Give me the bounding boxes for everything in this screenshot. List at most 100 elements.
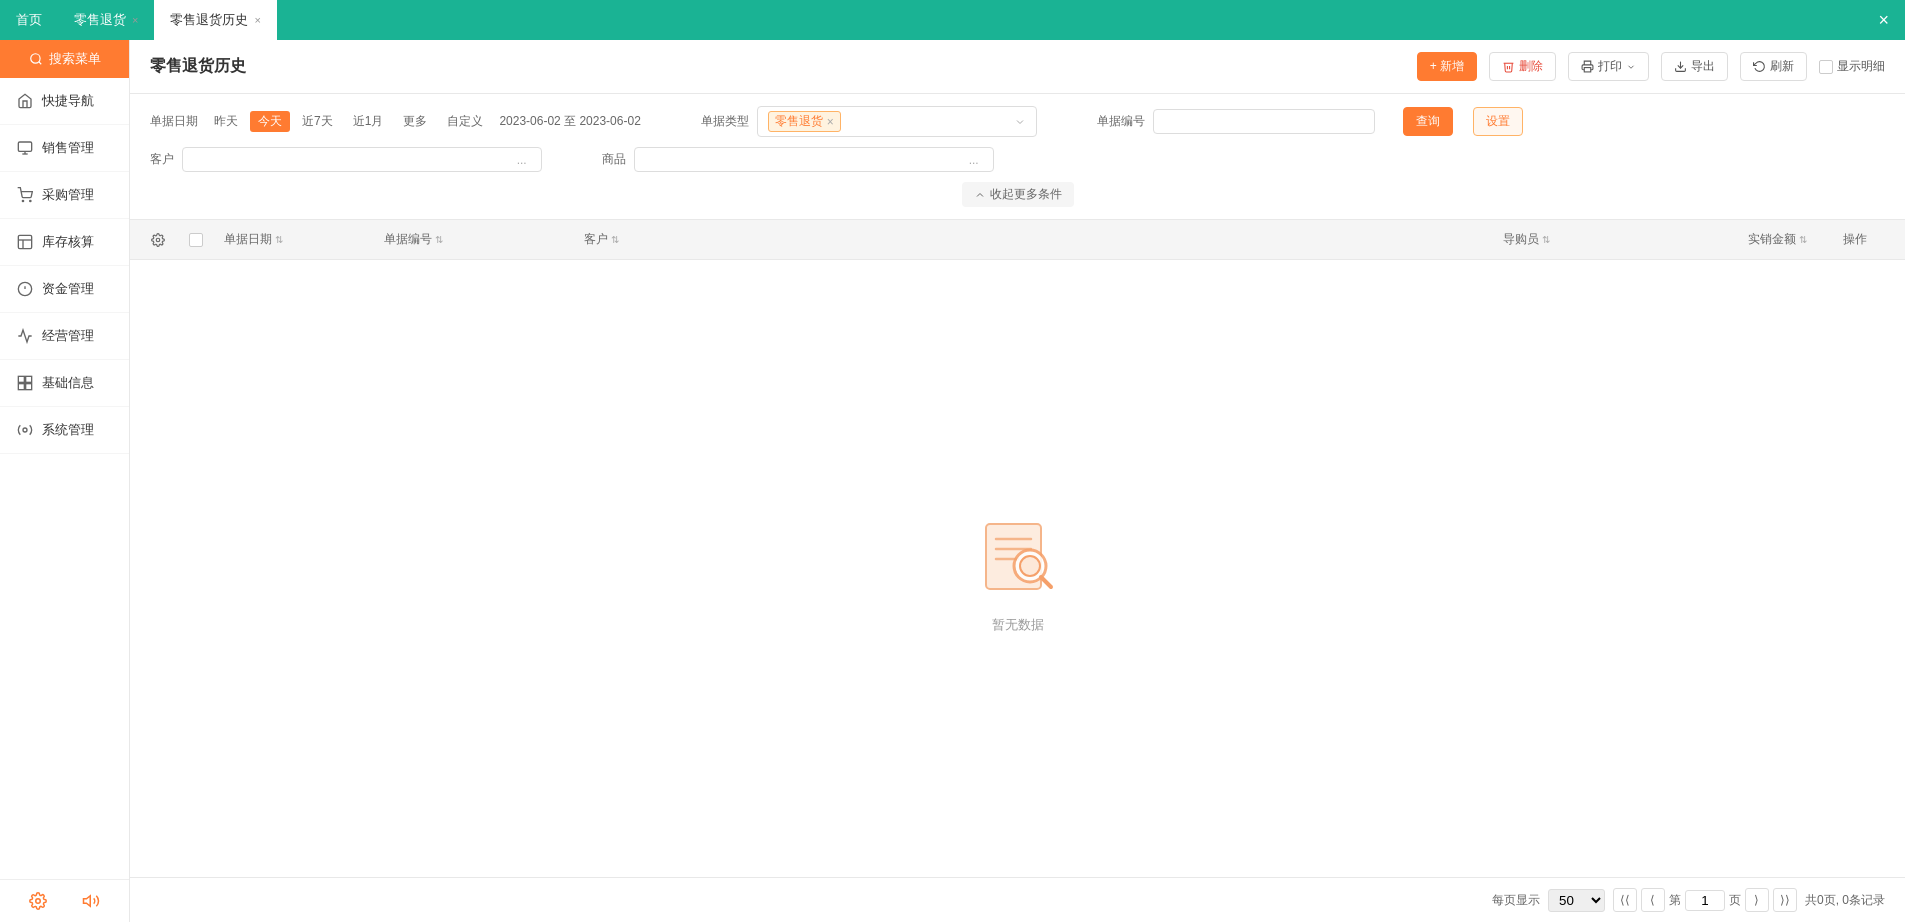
- th-amount[interactable]: 实销金额 ⇅: [1655, 231, 1815, 248]
- th-date[interactable]: 单据日期 ⇅: [216, 231, 376, 248]
- date-btn-more[interactable]: 更多: [395, 111, 435, 132]
- svg-point-18: [36, 899, 41, 904]
- page-header: 零售退货历史 + 新增 删除 打印 导出: [130, 40, 1905, 94]
- sort-customer-icon: ⇅: [611, 234, 619, 245]
- delete-button[interactable]: 删除: [1489, 52, 1556, 81]
- col-settings: [140, 233, 176, 247]
- svg-rect-14: [26, 376, 32, 382]
- window-close-button[interactable]: ×: [1862, 10, 1905, 31]
- bill-type-dropdown-icon: [1014, 116, 1026, 128]
- pagination: 每页显示 50 10 20 100 ⟨⟨ ⟨ 第 页 ⟩ ⟩⟩ 共0页, 0条记…: [130, 877, 1905, 922]
- goods-input[interactable]: [645, 153, 965, 167]
- print-button[interactable]: 打印: [1568, 52, 1649, 81]
- sidebar-search-label: 搜索菜单: [49, 50, 101, 68]
- filter-bill-no: 单据编号: [1097, 109, 1375, 134]
- date-btn-yesterday[interactable]: 昨天: [206, 111, 246, 132]
- tab-retail-return-label: 零售退货: [74, 11, 126, 29]
- svg-rect-15: [18, 384, 24, 390]
- svg-point-29: [1020, 556, 1040, 576]
- filter-area: 单据日期 昨天 今天 近7天 近1月 更多 自定义 2023-06-02 至 2…: [130, 94, 1905, 220]
- speaker-button[interactable]: [82, 892, 100, 910]
- empty-text: 暂无数据: [992, 616, 1044, 634]
- svg-point-22: [156, 238, 160, 242]
- tab-home-label: 首页: [16, 11, 42, 29]
- tab-list: 首页 零售退货 × 零售退货历史 ×: [0, 0, 1862, 40]
- customer-input[interactable]: [193, 153, 513, 167]
- tab-home[interactable]: 首页: [0, 0, 58, 40]
- svg-rect-13: [18, 376, 24, 382]
- operations-icon: [16, 327, 34, 345]
- sidebar-item-sales-label: 销售管理: [42, 139, 94, 157]
- table-settings-icon[interactable]: [151, 233, 165, 247]
- date-btn-custom[interactable]: 自定义: [439, 111, 491, 132]
- collapse-button[interactable]: 收起更多条件: [962, 182, 1074, 207]
- sidebar-item-sales[interactable]: 销售管理: [0, 125, 129, 172]
- table-header: 单据日期 ⇅ 单据编号 ⇅ 客户 ⇅ 导购员 ⇅ 实销金额 ⇅: [130, 220, 1905, 260]
- svg-point-0: [30, 54, 39, 63]
- filter-row-1: 单据日期 昨天 今天 近7天 近1月 更多 自定义 2023-06-02 至 2…: [150, 106, 1885, 137]
- filter-goods: 商品 ...: [602, 147, 994, 172]
- th-customer[interactable]: 客户 ⇅: [576, 231, 1495, 248]
- bill-type-tag-close[interactable]: ×: [827, 115, 834, 129]
- settings-filter-button[interactable]: 设置: [1473, 107, 1523, 136]
- sidebar-item-inventory[interactable]: 库存核算: [0, 219, 129, 266]
- sidebar-item-quick-nav[interactable]: 快捷导航: [0, 78, 129, 125]
- page-prev-button[interactable]: ⟨: [1641, 888, 1665, 912]
- empty-state: 暂无数据: [130, 260, 1905, 877]
- export-button[interactable]: 导出: [1661, 52, 1728, 81]
- bill-type-select[interactable]: 零售退货 ×: [757, 106, 1037, 137]
- bill-no-label: 单据编号: [1097, 113, 1145, 130]
- goods-ellipsis: ...: [969, 153, 979, 167]
- sidebar-item-basic-info-label: 基础信息: [42, 374, 94, 392]
- svg-rect-7: [18, 235, 31, 248]
- svg-point-5: [22, 200, 23, 201]
- sidebar-item-finance[interactable]: 资金管理: [0, 266, 129, 313]
- tab-retail-return-close[interactable]: ×: [132, 14, 138, 26]
- sidebar-item-purchase-label: 采购管理: [42, 186, 94, 204]
- page-first-button[interactable]: ⟨⟨: [1613, 888, 1637, 912]
- sidebar-item-purchase[interactable]: 采购管理: [0, 172, 129, 219]
- per-page-select[interactable]: 50 10 20 100: [1548, 889, 1605, 912]
- sidebar-item-operations[interactable]: 经营管理: [0, 313, 129, 360]
- page-number-input[interactable]: [1685, 890, 1725, 911]
- page-next-button[interactable]: ⟩: [1745, 888, 1769, 912]
- sort-amount-icon: ⇅: [1799, 234, 1807, 245]
- tab-retail-return-history-close[interactable]: ×: [254, 14, 260, 26]
- toolbar: + 新增 删除 打印 导出 刷新: [1417, 52, 1885, 81]
- date-btn-today[interactable]: 今天: [250, 111, 290, 132]
- new-button[interactable]: + 新增: [1417, 52, 1477, 81]
- date-btn-1month[interactable]: 近1月: [345, 111, 392, 132]
- settings-button[interactable]: [29, 892, 47, 910]
- main-layout: 搜索菜单 快捷导航 销售管理 采购管理 库存核算: [0, 40, 1905, 922]
- date-label: 单据日期: [150, 113, 198, 130]
- svg-line-30: [1041, 577, 1051, 587]
- refresh-icon: [1753, 60, 1766, 73]
- query-button[interactable]: 查询: [1403, 107, 1453, 136]
- top-bar: 首页 零售退货 × 零售退货历史 × ×: [0, 0, 1905, 40]
- select-all-checkbox[interactable]: [189, 233, 203, 247]
- sort-bill-icon: ⇅: [435, 234, 443, 245]
- sidebar-item-basic-info[interactable]: 基础信息: [0, 360, 129, 407]
- sidebar-item-quick-nav-label: 快捷导航: [42, 92, 94, 110]
- bill-no-input-wrap: [1153, 109, 1375, 134]
- table-area: 单据日期 ⇅ 单据编号 ⇅ 客户 ⇅ 导购员 ⇅ 实销金额 ⇅: [130, 220, 1905, 922]
- page-last-button[interactable]: ⟩⟩: [1773, 888, 1797, 912]
- tab-retail-return[interactable]: 零售退货 ×: [58, 0, 154, 40]
- print-icon: [1581, 60, 1594, 73]
- display-toggle[interactable]: 显示明细: [1819, 58, 1885, 75]
- tab-retail-return-history[interactable]: 零售退货历史 ×: [154, 0, 276, 40]
- refresh-button[interactable]: 刷新: [1740, 52, 1807, 81]
- inventory-icon: [16, 233, 34, 251]
- sidebar-search[interactable]: 搜索菜单: [0, 40, 129, 78]
- th-bill-no[interactable]: 单据编号 ⇅: [376, 231, 576, 248]
- bill-no-input[interactable]: [1164, 115, 1364, 129]
- svg-point-6: [30, 200, 31, 201]
- sidebar-item-system[interactable]: 系统管理: [0, 407, 129, 454]
- finance-icon: [16, 280, 34, 298]
- svg-point-17: [23, 428, 27, 432]
- date-btn-7days[interactable]: 近7天: [294, 111, 341, 132]
- th-guide[interactable]: 导购员 ⇅: [1495, 231, 1655, 248]
- svg-rect-2: [18, 142, 31, 151]
- sales-icon: [16, 139, 34, 157]
- page-nav: ⟨⟨ ⟨ 第 页 ⟩ ⟩⟩: [1613, 888, 1797, 912]
